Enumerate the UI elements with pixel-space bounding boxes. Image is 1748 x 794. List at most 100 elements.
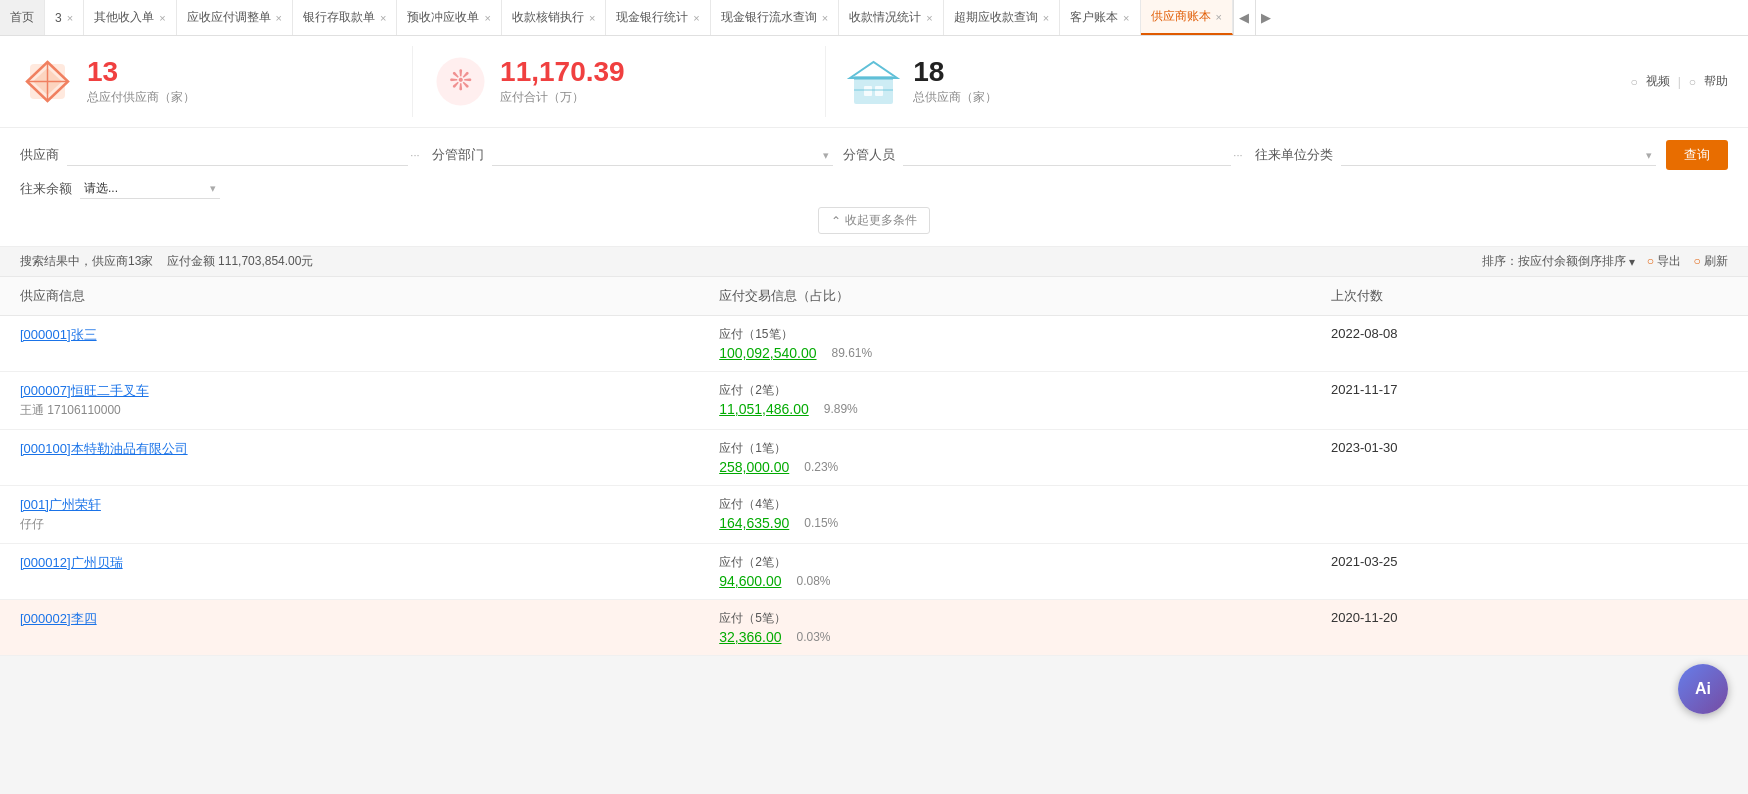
last-payment-cell: 2021-03-25 — [1311, 544, 1748, 600]
tx-info-cell: 应付（15笔）100,092,540.0089.61% — [699, 316, 1311, 372]
filter-row-2: 往来余额 请选... — [20, 178, 1728, 199]
nav-tab-supplier-ledger-close[interactable]: × — [1216, 11, 1222, 23]
nav-tab-cash-bank-flow-close[interactable]: × — [822, 12, 828, 24]
nav-tab-bank-deposit-close[interactable]: × — [380, 12, 386, 24]
search-button[interactable]: 查询 — [1666, 140, 1728, 170]
collapse-button[interactable]: ⌃ 收起更多条件 — [818, 207, 930, 234]
data-table: 供应商信息 应付交易信息（占比） 上次付数 [000001]张三应付（15笔）1… — [0, 277, 1748, 656]
collapse-chevron-icon: ⌃ — [831, 214, 841, 228]
nav-tab-advance-ar-close[interactable]: × — [484, 12, 490, 24]
supplier-link[interactable]: [000012]广州贝瑞 — [20, 555, 123, 570]
svg-rect-9 — [864, 86, 872, 96]
svg-marker-8 — [850, 62, 897, 78]
tx-pct: 0.08% — [796, 574, 830, 588]
nav-tab-3[interactable]: 3 × — [45, 0, 84, 35]
nav-tab-home[interactable]: 首页 — [0, 0, 45, 35]
tx-label: 应付（2笔） — [719, 554, 1291, 571]
filter-supplier: 供应商 ··· — [20, 145, 422, 166]
refresh-link[interactable]: ○ 刷新 — [1693, 253, 1728, 270]
nav-tab-ar-ap-adjust-label: 应收应付调整单 — [187, 9, 271, 26]
stat-payable-suppliers-content: 13 总应付供应商（家） — [87, 57, 195, 107]
nav-tab-overdue-ar[interactable]: 超期应收款查询 × — [944, 0, 1060, 35]
person-dots-icon[interactable]: ··· — [1233, 149, 1242, 161]
top-right-links: ○ 视频 | ○ 帮助 — [1610, 46, 1748, 117]
supplier-link[interactable]: [000001]张三 — [20, 327, 97, 342]
tx-amount[interactable]: 11,051,486.00 — [719, 401, 809, 417]
nav-tab-ar-ap-adjust[interactable]: 应收应付调整单 × — [177, 0, 293, 35]
stat-icon-store — [846, 54, 901, 109]
tx-amount[interactable]: 94,600.00 — [719, 573, 781, 589]
supplier-link[interactable]: [000002]李四 — [20, 611, 97, 626]
stat-total-suppliers-number: 18 — [913, 57, 997, 88]
stat-payable-amount-label: 应付合计（万） — [500, 89, 625, 106]
result-bar: 搜索结果中，供应商13家 应付金额 111,703,854.00元 排序：按应付… — [0, 247, 1748, 277]
table-body: [000001]张三应付（15笔）100,092,540.0089.61%202… — [0, 316, 1748, 656]
filter-dept: 分管部门 — [432, 145, 834, 166]
stat-total-suppliers-label: 总供应商（家） — [913, 89, 997, 106]
nav-tab-cash-bank-stat[interactable]: 现金银行统计 × — [606, 0, 710, 35]
tx-amount[interactable]: 164,635.90 — [719, 515, 789, 531]
tx-amount[interactable]: 32,366.00 — [719, 629, 781, 645]
filter-supplier-input[interactable] — [67, 145, 408, 166]
stat-total-suppliers: 18 总供应商（家） — [826, 46, 1610, 117]
nav-tab-supplier-ledger[interactable]: 供应商账本 × — [1141, 0, 1233, 35]
nav-tab-advance-ar[interactable]: 预收冲应收单 × — [397, 0, 501, 35]
col-tx-info: 应付交易信息（占比） — [699, 277, 1311, 316]
supplier-dots-icon[interactable]: ··· — [410, 149, 419, 161]
nav-tab-cash-bank-stat-close[interactable]: × — [693, 12, 699, 24]
sort-chevron-icon: ▾ — [1629, 255, 1635, 269]
tx-amount[interactable]: 100,092,540.00 — [719, 345, 816, 361]
nav-tab-advance-ar-label: 预收冲应收单 — [407, 9, 479, 26]
nav-tab-cash-bank-flow[interactable]: 现金银行流水查询 × — [711, 0, 839, 35]
export-link[interactable]: ○ 导出 — [1647, 253, 1682, 270]
nav-tab-payment-verify-close[interactable]: × — [589, 12, 595, 24]
tx-info-cell: 应付（2笔） 94,600.00 0.08% — [699, 544, 1311, 600]
nav-tab-bank-deposit[interactable]: 银行存取款单 × — [293, 0, 397, 35]
table-row: [000100]本特勒油品有限公司应付（1笔）258,000.000.23%20… — [0, 430, 1748, 486]
nav-tab-ar-ap-adjust-close[interactable]: × — [276, 12, 282, 24]
nav-tab-receipt-stat[interactable]: 收款情况统计 × — [839, 0, 943, 35]
filter-dept-select[interactable] — [492, 145, 834, 166]
stat-payable-suppliers-number: 13 — [87, 57, 195, 88]
last-payment-cell — [1311, 486, 1748, 544]
result-supplier-count: 搜索结果中，供应商13家 — [20, 254, 153, 268]
supplier-link[interactable]: [000100]本特勒油品有限公司 — [20, 441, 188, 456]
nav-prev-arrow[interactable]: ◀ — [1233, 0, 1255, 35]
filter-balance-select[interactable]: 请选... — [80, 178, 220, 199]
nav-tab-customer-ledger-close[interactable]: × — [1123, 12, 1129, 24]
nav-tab-receipt-stat-label: 收款情况统计 — [849, 9, 921, 26]
filter-person-input[interactable] — [903, 145, 1231, 166]
supplier-link[interactable]: [000007]恒旺二手叉车 — [20, 383, 149, 398]
tx-label: 应付（15笔） — [719, 326, 1291, 343]
nav-tab-overdue-ar-close[interactable]: × — [1043, 12, 1049, 24]
stat-payable-suppliers: 13 总应付供应商（家） — [0, 46, 413, 117]
video-link[interactable]: 视频 — [1646, 73, 1670, 90]
filter-category-select[interactable] — [1341, 145, 1657, 166]
supplier-info-cell: [000100]本特勒油品有限公司 — [0, 430, 699, 486]
nav-tab-3-close[interactable]: × — [67, 12, 73, 24]
supplier-info-cell: [000002]李四 — [0, 600, 699, 656]
sort-label: 排序：按应付余额倒序排序 — [1482, 253, 1626, 270]
nav-tab-cash-bank-stat-label: 现金银行统计 — [616, 9, 688, 26]
table-row: [000002]李四应付（5笔）32,366.000.03%2020-11-20 — [0, 600, 1748, 656]
last-payment-cell: 2020-11-20 — [1311, 600, 1748, 656]
help-link[interactable]: 帮助 — [1704, 73, 1728, 90]
stat-payable-amount-number: 11,170.39 — [500, 57, 625, 88]
tx-amount[interactable]: 258,000.00 — [719, 459, 789, 475]
stat-icon-diamond — [20, 54, 75, 109]
sort-dropdown[interactable]: 排序：按应付余额倒序排序 ▾ — [1482, 253, 1635, 270]
nav-next-arrow[interactable]: ▶ — [1255, 0, 1277, 35]
supplier-link[interactable]: [001]广州荣轩 — [20, 497, 101, 512]
table-row: [000001]张三应付（15笔）100,092,540.0089.61%202… — [0, 316, 1748, 372]
nav-tab-other-income[interactable]: 其他收入单 × — [84, 0, 176, 35]
nav-tab-cash-bank-flow-label: 现金银行流水查询 — [721, 9, 817, 26]
tx-label: 应付（2笔） — [719, 382, 1291, 399]
filter-balance-wrapper: 请选... — [80, 178, 220, 199]
nav-tab-receipt-stat-close[interactable]: × — [926, 12, 932, 24]
nav-tab-payment-verify[interactable]: 收款核销执行 × — [502, 0, 606, 35]
top-navigation: 首页 3 × 其他收入单 × 应收应付调整单 × 银行存取款单 × 预收冲应收单… — [0, 0, 1748, 36]
nav-tab-customer-ledger[interactable]: 客户账本 × — [1060, 0, 1140, 35]
data-table-container: 供应商信息 应付交易信息（占比） 上次付数 [000001]张三应付（15笔）1… — [0, 277, 1748, 656]
nav-tab-other-income-close[interactable]: × — [159, 12, 165, 24]
tx-label: 应付（5笔） — [719, 610, 1291, 627]
